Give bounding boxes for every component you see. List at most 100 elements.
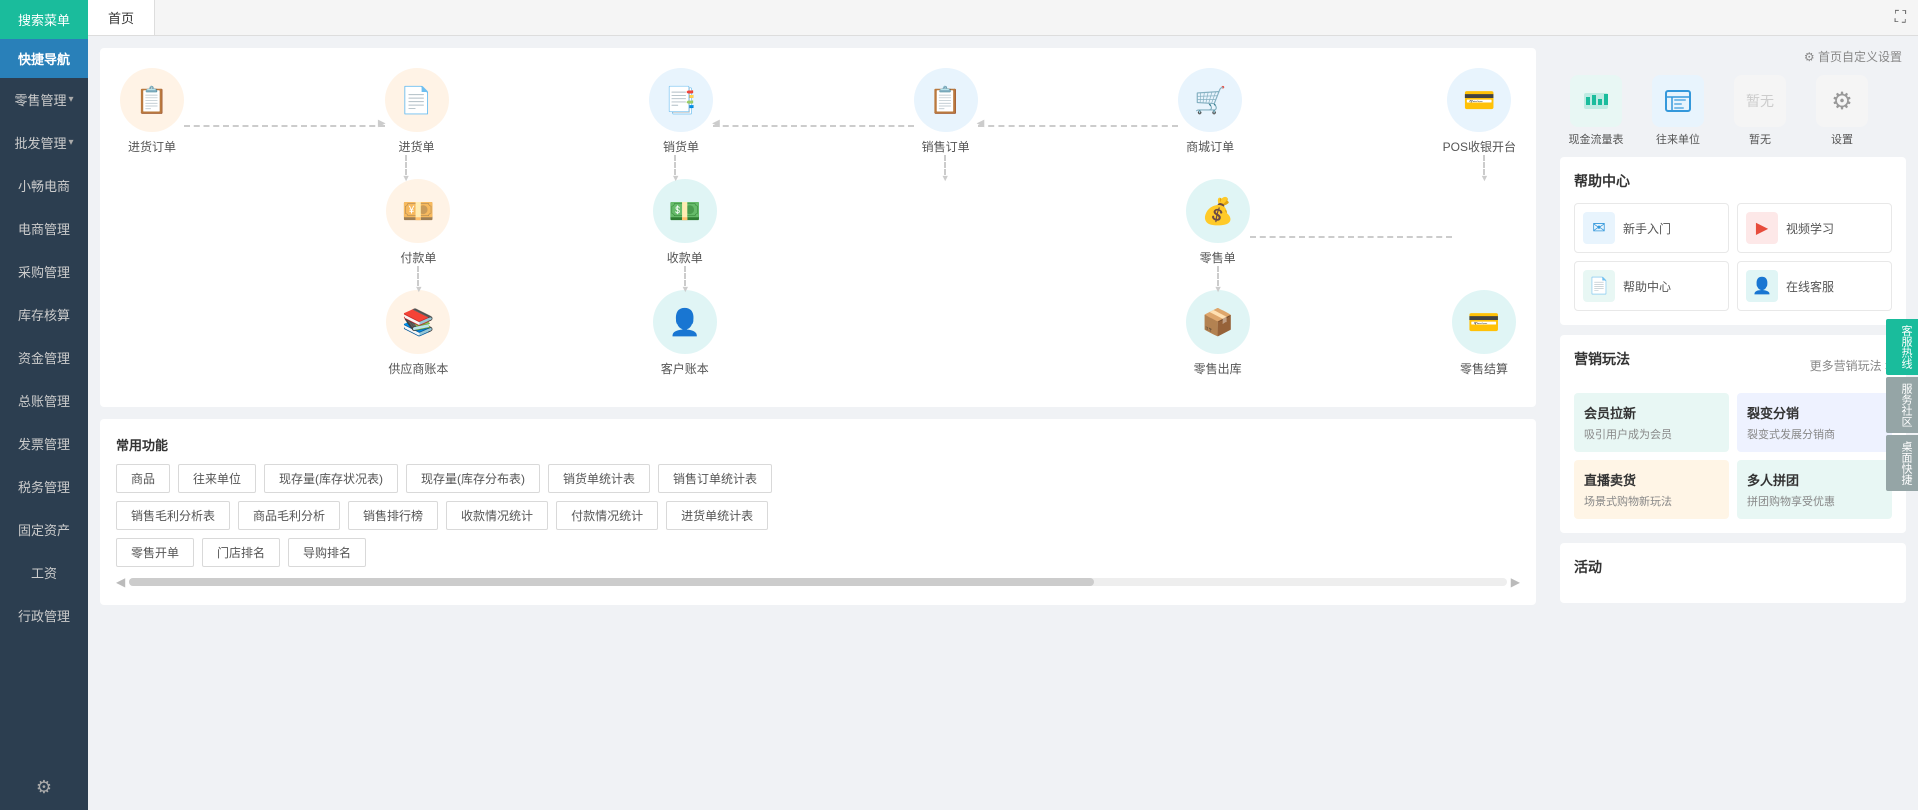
float-btn-hotline[interactable]: 客服热线 [1886, 319, 1918, 375]
func-btn-stock1[interactable]: 现存量(库存状况表) [264, 464, 398, 493]
marketing-item-member[interactable]: 会员拉新 吸引用户成为会员 [1574, 393, 1729, 452]
marketing-title: 营销玩法 [1574, 349, 1630, 369]
purchase-order-label: 进货订单 [128, 138, 176, 155]
func-btn-store-rank[interactable]: 门店排名 [202, 538, 280, 567]
sidebar-item-ecom-mgmt[interactable]: 电商管理 [0, 207, 88, 250]
func-btn-partners[interactable]: 往来单位 [178, 464, 256, 493]
tab-bar: 首页 ⛶ [88, 0, 1918, 36]
sidebar-item-retail[interactable]: 零售管理 ▾ [0, 78, 88, 121]
customer-ledger-label: 客户账本 [661, 360, 709, 377]
partners-icon [1652, 75, 1704, 127]
node-sales-order[interactable]: 📋 销售订单 [914, 68, 978, 155]
sidebar-item-ledger[interactable]: 总账管理 [0, 379, 88, 422]
help-grid: ✉ 新手入门 ▶ 视频学习 📄 帮助中心 👤 在线客服 [1574, 203, 1892, 311]
node-customer-ledger[interactable]: 👤 客户账本 [653, 290, 717, 377]
right-panel: ⚙ 首页自定义设置 现金流量表 [1548, 36, 1918, 810]
quick-icon-partners[interactable]: 往来单位 [1642, 75, 1714, 147]
sidebar-item-admin[interactable]: 行政管理 [0, 594, 88, 637]
marketing-item-fission[interactable]: 裂变分销 裂变式发展分销商 [1737, 393, 1892, 452]
scroll-left-btn[interactable]: ◀ [116, 575, 125, 589]
marketing-item-group[interactable]: 多人拼团 拼团购物享受优惠 [1737, 460, 1892, 519]
common-funcs-title: 常用功能 [116, 435, 1520, 454]
func-btn-profit2[interactable]: 商品毛利分析 [238, 501, 340, 530]
scroll-right-btn[interactable]: ▶ [1511, 575, 1520, 589]
func-btn-receipt-stat[interactable]: 收款情况统计 [446, 501, 548, 530]
sidebar-item-invoice[interactable]: 发票管理 [0, 422, 88, 465]
help-item-docs[interactable]: 📄 帮助中心 [1574, 261, 1729, 311]
sidebar-item-wholesale[interactable]: 批发管理 ▾ [0, 121, 88, 164]
node-purchase-order[interactable]: 📋 进货订单 [120, 68, 184, 155]
expand-icon[interactable]: ⛶ [1891, 5, 1910, 31]
tab-home[interactable]: 首页 [88, 0, 155, 35]
node-purchase-bill[interactable]: 📄 进货单 [385, 68, 449, 155]
quick-icon-cashflow[interactable]: 现金流量表 [1560, 75, 1632, 147]
purchase-bill-label: 进货单 [399, 138, 435, 155]
scroll-track[interactable] [129, 578, 1507, 586]
homepage-customize-btn[interactable]: ⚙ 首页自定义设置 [1560, 48, 1906, 65]
func-btn-purchase-stat[interactable]: 进货单统计表 [666, 501, 768, 530]
func-btn-goods[interactable]: 商品 [116, 464, 170, 493]
func-btn-row-1: 商品 往来单位 现存量(库存状况表) 现存量(库存分布表) 销货单统计表 销售订… [116, 464, 1520, 493]
quick-icon-none[interactable]: 暂无 暂无 [1724, 75, 1796, 147]
node-pos[interactable]: 💳 POS收银开台 [1443, 68, 1516, 155]
sidebar-item-assets[interactable]: 固定资产 [0, 508, 88, 551]
pos-label: POS收银开台 [1443, 138, 1516, 155]
sidebar-item-purchase[interactable]: 采购管理 [0, 250, 88, 293]
tab-bar-actions: ⛶ [1891, 5, 1918, 31]
sidebar-item-finance[interactable]: 资金管理 [0, 336, 88, 379]
func-btn-payment-stat[interactable]: 付款情况统计 [556, 501, 658, 530]
node-receipt[interactable]: 💵 收款单 [653, 179, 717, 266]
func-btn-profit1[interactable]: 销售毛利分析表 [116, 501, 230, 530]
func-btn-guide-rank[interactable]: 导购排名 [288, 538, 366, 567]
node-retail-settle[interactable]: 💳 零售结算 [1452, 290, 1516, 377]
node-mall-order[interactable]: 🛒 商城订单 [1178, 68, 1242, 155]
payment-label: 付款单 [400, 249, 436, 266]
none-label: 暂无 [1749, 131, 1771, 147]
purchase-bill-icon: 📄 [385, 68, 449, 132]
help-item-video[interactable]: ▶ 视频学习 [1737, 203, 1892, 253]
sidebar: 搜索菜单 快捷导航 零售管理 ▾ 批发管理 ▾ 小畅电商 电商管理 采购管理 库… [0, 0, 88, 810]
purchase-order-icon: 📋 [120, 68, 184, 132]
node-supplier-ledger[interactable]: 📚 供应商账本 [386, 290, 450, 377]
activity-title: 活动 [1574, 557, 1892, 577]
node-payment[interactable]: 💴 付款单 [386, 179, 450, 266]
node-sales-bill[interactable]: 📑 销货单 [649, 68, 713, 155]
sidebar-item-stock[interactable]: 库存核算 [0, 293, 88, 336]
sidebar-search-btn[interactable]: 搜索菜单 [0, 0, 88, 39]
float-buttons: 客服热线 服务社区 桌面快捷 [1886, 319, 1918, 491]
sidebar-item-tax[interactable]: 税务管理 [0, 465, 88, 508]
marketing-card: 营销玩法 更多营销玩法 > 会员拉新 吸引用户成为会员 裂变分销 裂变式发展分销… [1560, 335, 1906, 533]
content-area: 📋 进货订单 ▶ 📄 进货单 [88, 36, 1918, 810]
chevron-icon: ▾ [68, 94, 73, 105]
func-btn-ranking[interactable]: 销售排行榜 [348, 501, 438, 530]
sales-bill-label: 销货单 [663, 138, 699, 155]
sidebar-quick-nav[interactable]: 快捷导航 [0, 39, 88, 78]
node-retail[interactable]: 💰 零售单 [1186, 179, 1250, 266]
mall-order-icon: 🛒 [1178, 68, 1242, 132]
cashflow-label: 现金流量表 [1569, 131, 1624, 147]
help-item-support[interactable]: 👤 在线客服 [1737, 261, 1892, 311]
marketing-grid: 会员拉新 吸引用户成为会员 裂变分销 裂变式发展分销商 直播卖货 场景式购物新玩… [1574, 393, 1892, 519]
marketing-more-btn[interactable]: 更多营销玩法 > [1810, 357, 1892, 374]
sidebar-item-ecom[interactable]: 小畅电商 [0, 164, 88, 207]
quick-icons: 现金流量表 往来单位 [1560, 75, 1906, 147]
payment-icon: 💴 [386, 179, 450, 243]
float-btn-desktop[interactable]: 桌面快捷 [1886, 435, 1918, 491]
float-btn-community[interactable]: 服务社区 [1886, 377, 1918, 433]
cashflow-icon [1570, 75, 1622, 127]
activity-card: 活动 [1560, 543, 1906, 603]
beginner-icon: ✉ [1583, 212, 1615, 244]
node-retail-out[interactable]: 📦 零售出库 [1186, 290, 1250, 377]
help-item-beginner[interactable]: ✉ 新手入门 [1574, 203, 1729, 253]
func-btn-sales-stat[interactable]: 销货单统计表 [548, 464, 650, 493]
func-btn-retail-order[interactable]: 零售开单 [116, 538, 194, 567]
sidebar-item-payroll[interactable]: 工资 [0, 551, 88, 594]
main-area: 首页 ⛶ 📋 进货订单 [88, 0, 1918, 810]
help-title: 帮助中心 [1574, 171, 1892, 191]
func-btn-sales-order-stat[interactable]: 销售订单统计表 [658, 464, 772, 493]
marketing-item-live[interactable]: 直播卖货 场景式购物新玩法 [1574, 460, 1729, 519]
retail-label: 零售单 [1200, 249, 1236, 266]
quick-icon-settings[interactable]: ⚙ 设置 [1806, 75, 1878, 147]
func-btn-stock2[interactable]: 现存量(库存分布表) [406, 464, 540, 493]
sidebar-settings-btn[interactable]: ⚙ [0, 765, 88, 810]
